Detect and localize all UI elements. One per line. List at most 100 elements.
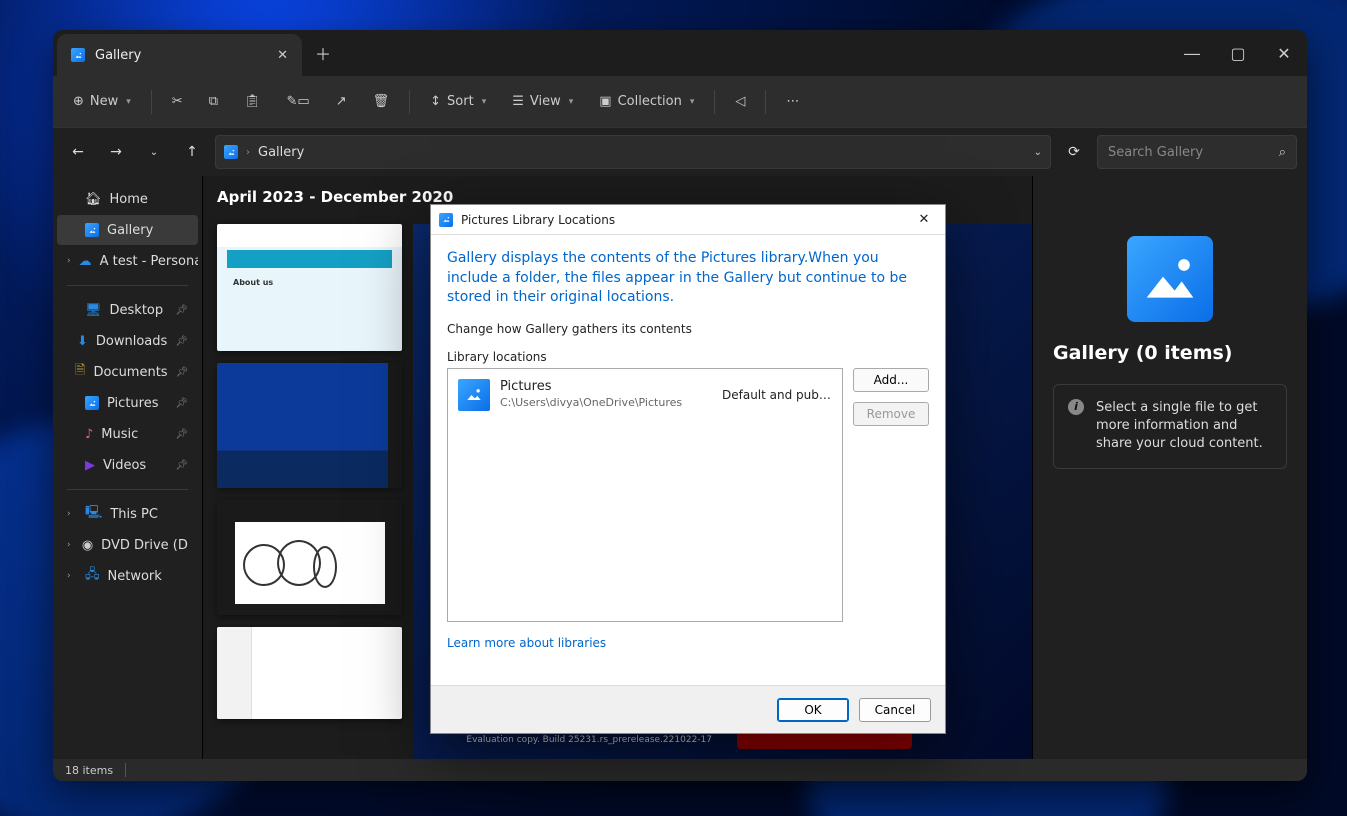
sidebar-item-dvd[interactable]: ›◉DVD Drive (D:) CCC — [57, 530, 198, 560]
ok-button[interactable]: OK — [777, 698, 849, 722]
chevron-down-icon[interactable]: ⌄ — [1034, 147, 1042, 158]
sidebar-item-downloads[interactable]: ⬇Downloads📌︎ — [57, 326, 198, 356]
music-icon: ♪ — [85, 427, 93, 442]
sidebar: 🏠︎Home Gallery ›☁A test - Personal 🖥︎Des… — [53, 176, 203, 759]
more-button[interactable]: ⋯ — [776, 85, 809, 119]
tab-gallery[interactable]: Gallery ✕ — [57, 34, 302, 76]
search-input[interactable]: Search Gallery ⌕ — [1097, 135, 1297, 169]
sidebar-item-thispc[interactable]: ›🖳This PC — [57, 499, 198, 529]
breadcrumb[interactable]: Gallery — [258, 145, 304, 160]
new-tab-button[interactable]: ＋ — [302, 30, 344, 76]
sidebar-item-atest[interactable]: ›☁A test - Personal — [57, 246, 198, 276]
dialog-close-button[interactable]: ✕ — [911, 207, 937, 233]
tab-title: Gallery — [95, 48, 141, 63]
library-locations-dialog: Pictures Library Locations ✕ Gallery dis… — [430, 204, 946, 734]
pin-icon: 📌︎ — [175, 460, 188, 471]
location-name: Pictures — [500, 379, 712, 396]
thumbnail-item[interactable]: About us — [217, 224, 402, 351]
gallery-icon — [71, 48, 85, 62]
remove-button[interactable]: Remove — [853, 402, 929, 426]
delete-button[interactable]: 🗑︎ — [363, 85, 400, 119]
location-path: C:\Users\divya\OneDrive\Pictures — [500, 396, 712, 410]
sidebar-item-videos[interactable]: ▶Videos📌︎ — [57, 450, 198, 480]
add-button[interactable]: Add... — [853, 368, 929, 392]
sidebar-item-documents[interactable]: 🗎Documents📌︎ — [57, 357, 198, 387]
sort-button[interactable]: ↕Sort▾ — [420, 85, 496, 119]
view-icon: ☰ — [512, 94, 524, 109]
view-button[interactable]: ☰View▾ — [502, 85, 583, 119]
chevron-right-icon: › — [246, 147, 250, 158]
toolbar: ⊕New▾ ✂ ⧉ 📋︎ ✎▭ ↗ 🗑︎ ↕Sort▾ ☰View▾ ▣Coll… — [53, 76, 1307, 128]
rename-button[interactable]: ✎▭ — [277, 85, 320, 119]
pin-icon: 📌︎ — [176, 367, 189, 378]
pc-icon: 🖳 — [85, 503, 102, 525]
copy-icon: ⧉ — [209, 94, 218, 109]
pictures-icon — [85, 396, 99, 410]
paste-button[interactable]: 📋︎ — [234, 85, 271, 119]
forward-button[interactable]: → — [101, 137, 131, 167]
refresh-button[interactable]: ⟳ — [1059, 137, 1089, 167]
dialog-footer: OK Cancel — [431, 685, 945, 733]
address-bar[interactable]: › Gallery ⌄ — [215, 135, 1051, 169]
trash-icon: 🗑︎ — [373, 94, 390, 109]
sidebar-item-music[interactable]: ♪Music📌︎ — [57, 419, 198, 449]
ellipsis-icon: ⋯ — [786, 94, 799, 109]
cut-icon: ✂ — [172, 94, 183, 109]
pictures-icon — [439, 213, 453, 227]
recent-button[interactable]: ⌄ — [139, 137, 169, 167]
details-info-text: Select a single file to get more informa… — [1096, 399, 1272, 454]
copy-button[interactable]: ⧉ — [199, 85, 228, 119]
sidebar-item-home[interactable]: 🏠︎Home — [57, 184, 198, 214]
chevron-right-icon[interactable]: › — [67, 256, 71, 266]
close-button[interactable]: ✕ — [1261, 30, 1307, 76]
collection-button[interactable]: ▣Collection▾ — [589, 85, 704, 119]
titlebar: Gallery ✕ ＋ ― ▢ ✕ — [53, 30, 1307, 76]
download-icon: ⬇ — [77, 334, 88, 349]
pin-icon: 📌︎ — [175, 429, 188, 440]
cancel-button[interactable]: Cancel — [859, 698, 931, 722]
chevron-right-icon[interactable]: › — [67, 540, 74, 550]
paste-icon: 📋︎ — [244, 94, 261, 109]
learn-more-link[interactable]: Learn more about libraries — [447, 636, 929, 650]
pin-icon: 📌︎ — [175, 305, 188, 316]
videos-icon: ▶ — [85, 458, 95, 473]
sidebar-item-pictures[interactable]: Pictures📌︎ — [57, 388, 198, 418]
window-controls: ― ▢ ✕ — [1169, 30, 1307, 76]
library-locations-list[interactable]: Pictures C:\Users\divya\OneDrive\Picture… — [447, 368, 843, 622]
back-button[interactable]: ← — [63, 137, 93, 167]
dialog-title: Pictures Library Locations — [461, 213, 615, 227]
chevron-right-icon[interactable]: › — [67, 571, 77, 581]
date-range-header: April 2023 - December 2020 — [217, 188, 453, 206]
details-pane: Gallery (0 items) i Select a single file… — [1032, 176, 1307, 759]
new-button[interactable]: ⊕New▾ — [63, 85, 141, 119]
dialog-body: Gallery displays the contents of the Pic… — [431, 235, 945, 685]
thumbnail-item[interactable] — [217, 627, 402, 719]
gallery-icon — [85, 223, 99, 237]
pin-icon: 📌︎ — [175, 398, 188, 409]
plus-circle-icon: ⊕ — [73, 94, 84, 109]
thumbnail-column: About us — [217, 224, 402, 719]
thumbnail-item[interactable] — [217, 363, 402, 488]
dialog-titlebar: Pictures Library Locations ✕ — [431, 205, 945, 235]
cut-button[interactable]: ✂ — [162, 85, 193, 119]
chevron-down-icon: ▾ — [690, 97, 695, 107]
details-info-box: i Select a single file to get more infor… — [1053, 384, 1287, 469]
tab-close-icon[interactable]: ✕ — [277, 48, 288, 63]
chevron-down-icon: ▾ — [569, 97, 574, 107]
minimize-button[interactable]: ― — [1169, 30, 1215, 76]
pizza-button[interactable]: ◁ — [725, 85, 755, 119]
chevron-right-icon[interactable]: › — [67, 509, 77, 519]
sidebar-item-network[interactable]: ›🖧Network — [57, 561, 198, 591]
share-button[interactable]: ↗ — [326, 85, 357, 119]
thumbnail-item[interactable] — [217, 500, 402, 615]
maximize-button[interactable]: ▢ — [1215, 30, 1261, 76]
sidebar-item-desktop[interactable]: 🖥︎Desktop📌︎ — [57, 295, 198, 325]
location-item[interactable]: Pictures C:\Users\divya\OneDrive\Picture… — [454, 375, 836, 415]
pictures-icon — [458, 379, 490, 411]
up-button[interactable]: ↑ — [177, 137, 207, 167]
gallery-icon — [224, 145, 238, 159]
desktop-icon: 🖥︎ — [85, 303, 102, 318]
dialog-intro-text: Gallery displays the contents of the Pic… — [447, 249, 929, 308]
sidebar-item-gallery[interactable]: Gallery — [57, 215, 198, 245]
dialog-list-label: Library locations — [447, 350, 929, 364]
